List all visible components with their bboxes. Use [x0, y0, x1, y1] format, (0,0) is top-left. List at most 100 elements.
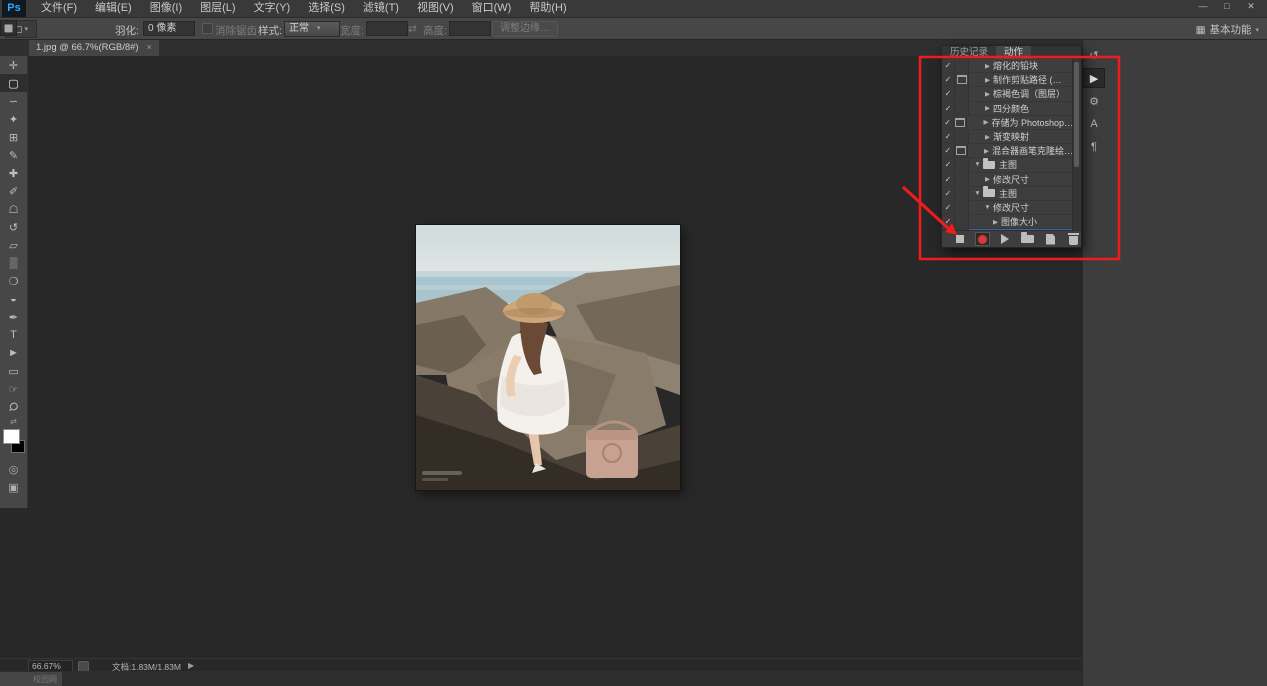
scrollbar-thumb[interactable]	[1074, 62, 1079, 167]
refine-edge-button[interactable]: 调整边缘…	[492, 21, 558, 37]
brush-tool[interactable]: ✐	[0, 182, 27, 200]
action-dialog-toggle[interactable]	[955, 201, 969, 214]
action-dialog-toggle[interactable]	[955, 144, 968, 157]
action-dialog-toggle[interactable]	[955, 173, 969, 186]
style-select[interactable]: 正常▾	[284, 21, 340, 37]
hand-tool[interactable]: ☞	[0, 380, 27, 398]
action-check-toggle[interactable]: ✓	[942, 144, 955, 157]
pen-tool[interactable]: ✒	[0, 308, 27, 326]
delete-action-button[interactable]	[1065, 232, 1081, 246]
action-dialog-toggle[interactable]	[955, 73, 969, 86]
path-selection-tool[interactable]: ►	[0, 344, 27, 362]
expand-arrow-icon[interactable]: ▶	[982, 175, 993, 183]
healing-brush-tool[interactable]: ✚	[0, 164, 27, 182]
tab-close-icon[interactable]: ×	[147, 39, 152, 56]
clone-stamp-tool[interactable]: ☖	[0, 200, 27, 218]
history-panel-icon[interactable]: ↺	[1083, 45, 1105, 65]
menu-item[interactable]: 文件(F)	[32, 0, 86, 17]
menu-item[interactable]: 帮助(H)	[520, 0, 575, 17]
action-check-toggle[interactable]: ✓	[942, 130, 955, 143]
menu-item[interactable]: 滤镜(T)	[354, 0, 408, 17]
swap-colors-icon[interactable]: ⇄	[0, 416, 27, 428]
blur-tool[interactable]: ❍	[0, 272, 27, 290]
new-set-button[interactable]	[1020, 232, 1036, 246]
paragraph-panel-icon[interactable]: ¶	[1083, 137, 1105, 157]
expand-arrow-icon[interactable]: ▼	[982, 204, 993, 211]
expand-arrow-icon[interactable]: ▶	[981, 147, 992, 155]
menu-item[interactable]: 编辑(E)	[86, 0, 141, 17]
foreground-color-swatch[interactable]	[3, 429, 20, 444]
width-input[interactable]	[366, 21, 408, 36]
maximize-button[interactable]: □	[1217, 0, 1237, 13]
action-check-toggle[interactable]: ✓	[942, 158, 955, 171]
panel-tab[interactable]: 动作	[996, 46, 1031, 59]
expand-arrow-icon[interactable]: ▶	[982, 133, 993, 141]
action-check-toggle[interactable]: ✓	[942, 102, 955, 115]
action-row[interactable]: ✓ ▼ 主图	[942, 158, 1073, 172]
action-check-toggle[interactable]: ✓	[942, 201, 955, 214]
action-check-toggle[interactable]: ✓	[942, 116, 954, 129]
action-row[interactable]: ✓ ▶ 修改尺寸	[942, 173, 1073, 187]
character-panel-icon[interactable]: A	[1083, 114, 1105, 134]
swap-dimensions-icon[interactable]: ⇄	[408, 23, 417, 35]
crop-tool[interactable]: ⊞	[0, 128, 27, 146]
zoom-tool[interactable]: Ϙ	[0, 398, 27, 416]
expand-arrow-icon[interactable]: ▶	[982, 90, 993, 98]
minimize-button[interactable]: —	[1193, 0, 1213, 13]
properties-panel-icon[interactable]: ⚙	[1083, 91, 1105, 111]
action-check-toggle[interactable]: ✓	[942, 87, 955, 100]
action-check-toggle[interactable]: ✓	[942, 73, 955, 86]
expand-arrow-icon[interactable]: ▶	[990, 218, 1001, 226]
action-row[interactable]: ✓ ▶ 混合器画笔克隆绘…	[942, 144, 1073, 158]
height-input[interactable]	[449, 21, 491, 36]
action-row[interactable]: ✓ ▶ 棕褐色调（图层）	[942, 87, 1073, 101]
status-expand-icon[interactable]: ▶	[188, 661, 194, 670]
action-row[interactable]: ✓ ▶ 四分颜色	[942, 102, 1073, 116]
record-button[interactable]	[975, 232, 991, 246]
action-check-toggle[interactable]: ✓	[942, 59, 955, 72]
menu-item[interactable]: 图层(L)	[191, 0, 244, 17]
new-action-button[interactable]	[1043, 232, 1059, 246]
menu-item[interactable]: 窗口(W)	[463, 0, 521, 17]
play-button[interactable]	[997, 232, 1013, 246]
canvas-photo[interactable]	[416, 225, 680, 490]
quick-mask-button[interactable]: ◎	[0, 460, 27, 478]
action-dialog-toggle[interactable]	[955, 130, 969, 143]
document-tab[interactable]: 1.jpg @ 66.7%(RGB/8#) ×	[29, 39, 159, 56]
action-row[interactable]: ✓ ▼ 主图	[942, 187, 1073, 201]
type-tool[interactable]: T	[0, 326, 27, 344]
dodge-tool[interactable]: ◒	[0, 290, 27, 308]
action-dialog-toggle[interactable]	[955, 59, 969, 72]
feather-input[interactable]: 0 像素	[143, 21, 195, 36]
actions-panel-icon[interactable]: ▶	[1083, 68, 1105, 88]
panel-tab[interactable]: 历史记录	[942, 46, 996, 59]
rectangle-tool[interactable]: ▭	[0, 362, 27, 380]
action-check-toggle[interactable]: ✓	[942, 215, 955, 228]
lasso-tool[interactable]: ∽	[0, 92, 27, 110]
history-brush-tool[interactable]: ↺	[0, 218, 27, 236]
action-row[interactable]: ✓ ▼ 修改尺寸	[942, 201, 1073, 215]
close-button[interactable]: ✕	[1241, 0, 1261, 13]
screen-mode-button[interactable]: ▣	[0, 478, 27, 496]
actions-scrollbar[interactable]	[1072, 59, 1081, 231]
menu-item[interactable]: 选择(S)	[299, 0, 354, 17]
intersect-selection-icon[interactable]: ◩	[0, 20, 17, 36]
action-dialog-toggle[interactable]	[954, 116, 967, 129]
action-dialog-toggle[interactable]	[955, 187, 969, 200]
expand-arrow-icon[interactable]: ▶	[982, 76, 993, 84]
workspace-switcher[interactable]: ▦ 基本功能 ▾	[1196, 22, 1259, 37]
quick-selection-tool[interactable]: ✦	[0, 110, 27, 128]
action-dialog-toggle[interactable]	[955, 102, 969, 115]
move-tool[interactable]: ✛	[0, 56, 27, 74]
eyedropper-tool[interactable]: ✎	[0, 146, 27, 164]
action-dialog-toggle[interactable]	[955, 215, 969, 228]
antialias-checkbox[interactable]	[202, 23, 213, 34]
expand-arrow-icon[interactable]: ▶	[982, 62, 993, 70]
expand-arrow-icon[interactable]: ▼	[972, 161, 983, 168]
action-check-toggle[interactable]: ✓	[942, 173, 955, 186]
menu-item[interactable]: 文字(Y)	[245, 0, 300, 17]
action-row[interactable]: ✓ ▶ 制作剪贴路径 (…	[942, 73, 1073, 87]
action-dialog-toggle[interactable]	[955, 87, 969, 100]
gradient-tool[interactable]: ▒	[0, 254, 27, 272]
expand-arrow-icon[interactable]: ▶	[980, 118, 991, 126]
